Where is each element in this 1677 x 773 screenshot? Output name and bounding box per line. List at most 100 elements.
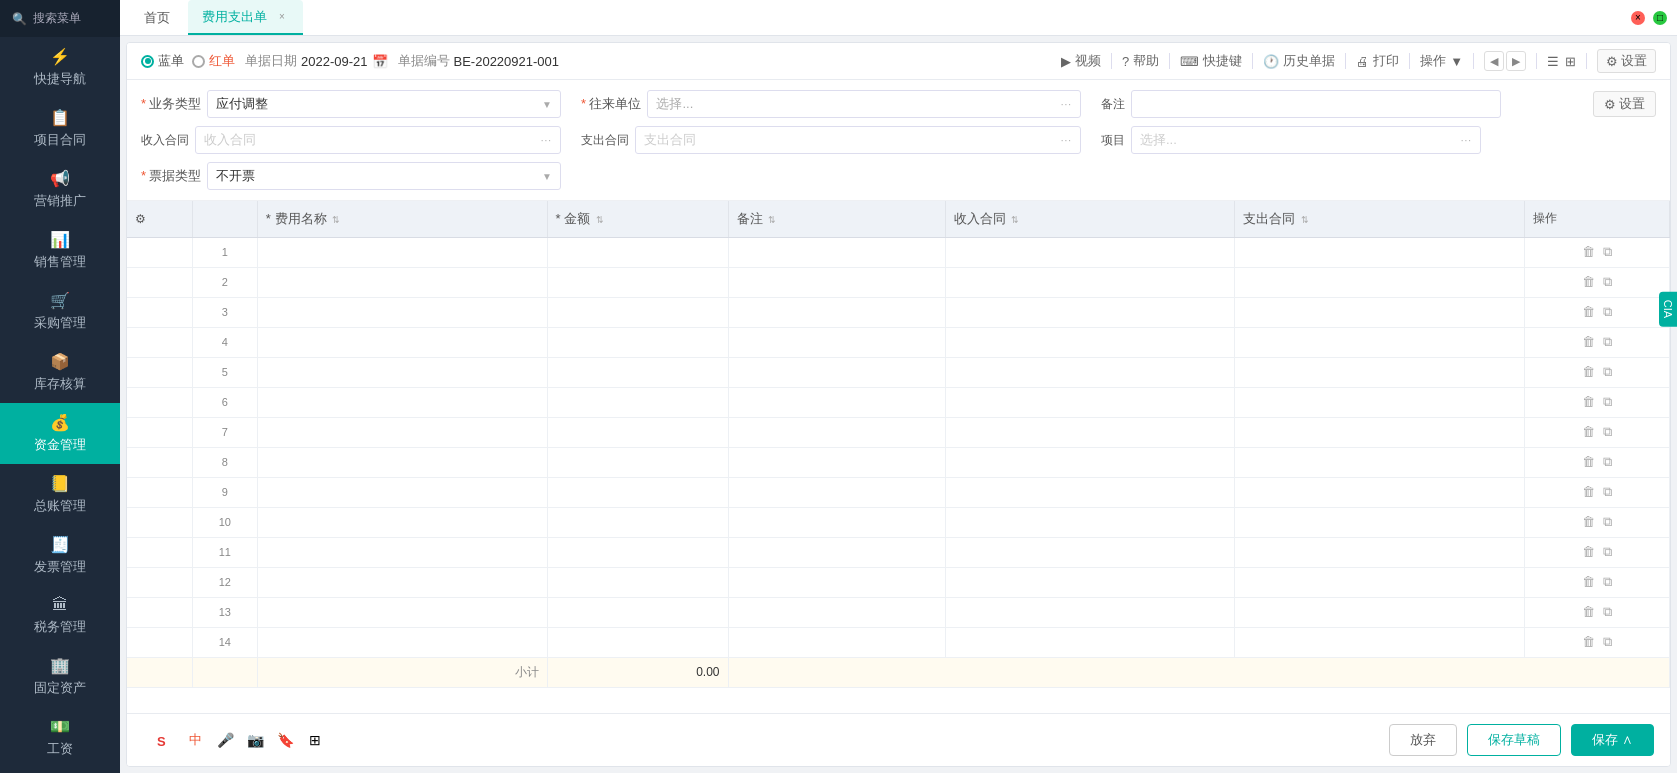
- row-remark[interactable]: [728, 447, 945, 477]
- delete-row-icon[interactable]: 🗑: [1580, 302, 1597, 321]
- row-name[interactable]: [257, 417, 547, 447]
- row-name[interactable]: [257, 627, 547, 657]
- zhong-icon[interactable]: 中: [183, 728, 207, 752]
- row-amount[interactable]: [547, 507, 728, 537]
- print-btn[interactable]: 🖨 打印: [1356, 52, 1399, 70]
- th-expense[interactable]: 支出合同 ⇅: [1235, 201, 1525, 237]
- copy-row-icon[interactable]: ⧉: [1601, 272, 1614, 291]
- row-name[interactable]: [257, 567, 547, 597]
- delete-row-icon[interactable]: 🗑: [1580, 242, 1597, 261]
- copy-row-icon[interactable]: ⧉: [1601, 572, 1614, 591]
- row-remark[interactable]: [728, 267, 945, 297]
- row-amount[interactable]: [547, 627, 728, 657]
- history-btn[interactable]: 🕐 历史单据: [1263, 52, 1335, 70]
- invoice-type-input[interactable]: 不开票 ▼: [207, 162, 561, 190]
- row-income-contract[interactable]: [945, 297, 1235, 327]
- sidebar-item-biz-mgmt[interactable]: 📈 经营管理: [0, 768, 120, 773]
- photo-icon[interactable]: 📷: [243, 728, 267, 752]
- row-name[interactable]: [257, 597, 547, 627]
- calendar-icon[interactable]: 📅: [372, 54, 388, 69]
- row-income-contract[interactable]: [945, 597, 1235, 627]
- copy-row-icon[interactable]: ⧉: [1601, 242, 1614, 261]
- copy-row-icon[interactable]: ⧉: [1601, 392, 1614, 411]
- row-income-contract[interactable]: [945, 237, 1235, 267]
- prev-btn[interactable]: ◀: [1484, 51, 1504, 71]
- copy-row-icon[interactable]: ⧉: [1601, 602, 1614, 621]
- save-draft-button[interactable]: 保存草稿: [1467, 724, 1561, 756]
- row-expense-contract[interactable]: [1235, 297, 1525, 327]
- delete-row-icon[interactable]: 🗑: [1580, 422, 1597, 441]
- delete-row-icon[interactable]: 🗑: [1580, 362, 1597, 381]
- video-btn[interactable]: ▶ 视频: [1061, 52, 1101, 70]
- row-name[interactable]: [257, 387, 547, 417]
- row-name[interactable]: [257, 237, 547, 267]
- row-expense-contract[interactable]: [1235, 357, 1525, 387]
- row-remark[interactable]: [728, 417, 945, 447]
- grid-icon[interactable]: ⊞: [303, 728, 327, 752]
- delete-row-icon[interactable]: 🗑: [1580, 392, 1597, 411]
- blue-bill-radio[interactable]: 蓝单: [141, 52, 184, 70]
- row-amount[interactable]: [547, 297, 728, 327]
- tab-expense[interactable]: 费用支出单 ×: [188, 0, 303, 35]
- copy-row-icon[interactable]: ⧉: [1601, 542, 1614, 561]
- copy-row-icon[interactable]: ⧉: [1601, 422, 1614, 441]
- project-input[interactable]: 选择... ···: [1131, 126, 1481, 154]
- copy-row-icon[interactable]: ⧉: [1601, 302, 1614, 321]
- row-expense-contract[interactable]: [1235, 267, 1525, 297]
- row-remark[interactable]: [728, 537, 945, 567]
- row-amount[interactable]: [547, 357, 728, 387]
- row-remark[interactable]: [728, 357, 945, 387]
- th-name[interactable]: * 费用名称 ⇅: [257, 201, 547, 237]
- row-amount[interactable]: [547, 267, 728, 297]
- row-income-contract[interactable]: [945, 477, 1235, 507]
- delete-row-icon[interactable]: 🗑: [1580, 542, 1597, 561]
- tab-home[interactable]: 首页: [130, 0, 184, 35]
- copy-row-icon[interactable]: ⧉: [1601, 452, 1614, 471]
- delete-row-icon[interactable]: 🗑: [1580, 602, 1597, 621]
- row-remark[interactable]: [728, 627, 945, 657]
- red-bill-radio[interactable]: 红单: [192, 52, 235, 70]
- actions-btn[interactable]: 操作 ▼: [1420, 52, 1463, 70]
- row-remark[interactable]: [728, 597, 945, 627]
- th-setting[interactable]: ⚙: [127, 201, 192, 237]
- row-income-contract[interactable]: [945, 327, 1235, 357]
- row-expense-contract[interactable]: [1235, 597, 1525, 627]
- right-float-tab[interactable]: CIA: [1659, 292, 1677, 326]
- th-income[interactable]: 收入合同 ⇅: [945, 201, 1235, 237]
- row-amount[interactable]: [547, 237, 728, 267]
- row-expense-contract[interactable]: [1235, 627, 1525, 657]
- sidebar-item-fixed-assets[interactable]: 🏢 固定资产: [0, 646, 120, 707]
- copy-row-icon[interactable]: ⧉: [1601, 362, 1614, 381]
- row-expense-contract[interactable]: [1235, 537, 1525, 567]
- row-income-contract[interactable]: [945, 417, 1235, 447]
- sidebar-item-quick-nav[interactable]: ⚡ 快捷导航: [0, 37, 120, 98]
- tab-close-icon[interactable]: ×: [275, 9, 289, 24]
- expense-contract-input[interactable]: 支出合同 ···: [635, 126, 1081, 154]
- next-btn[interactable]: ▶: [1506, 51, 1526, 71]
- th-remark[interactable]: 备注 ⇅: [728, 201, 945, 237]
- delete-row-icon[interactable]: 🗑: [1580, 452, 1597, 471]
- delete-row-icon[interactable]: 🗑: [1580, 572, 1597, 591]
- row-amount[interactable]: [547, 537, 728, 567]
- row-name[interactable]: [257, 327, 547, 357]
- biz-type-input[interactable]: 应付调整 ▼: [207, 90, 561, 118]
- income-contract-input[interactable]: 收入合同 ···: [195, 126, 561, 154]
- row-name[interactable]: [257, 297, 547, 327]
- th-amount[interactable]: * 金额 ⇅: [547, 201, 728, 237]
- row-name[interactable]: [257, 357, 547, 387]
- row-remark[interactable]: [728, 507, 945, 537]
- delete-row-icon[interactable]: 🗑: [1580, 272, 1597, 291]
- row-amount[interactable]: [547, 447, 728, 477]
- row-amount[interactable]: [547, 417, 728, 447]
- sidebar-item-purchase-mgmt[interactable]: 🛒 采购管理: [0, 281, 120, 342]
- abandon-button[interactable]: 放弃: [1389, 724, 1457, 756]
- sidebar-search[interactable]: 🔍 搜索菜单: [0, 0, 120, 37]
- row-name[interactable]: [257, 447, 547, 477]
- row-income-contract[interactable]: [945, 627, 1235, 657]
- row-income-contract[interactable]: [945, 507, 1235, 537]
- row-income-contract[interactable]: [945, 387, 1235, 417]
- view-toggle-list[interactable]: ☰: [1547, 54, 1559, 69]
- row-amount[interactable]: [547, 387, 728, 417]
- row-name[interactable]: [257, 507, 547, 537]
- copy-row-icon[interactable]: ⧉: [1601, 332, 1614, 351]
